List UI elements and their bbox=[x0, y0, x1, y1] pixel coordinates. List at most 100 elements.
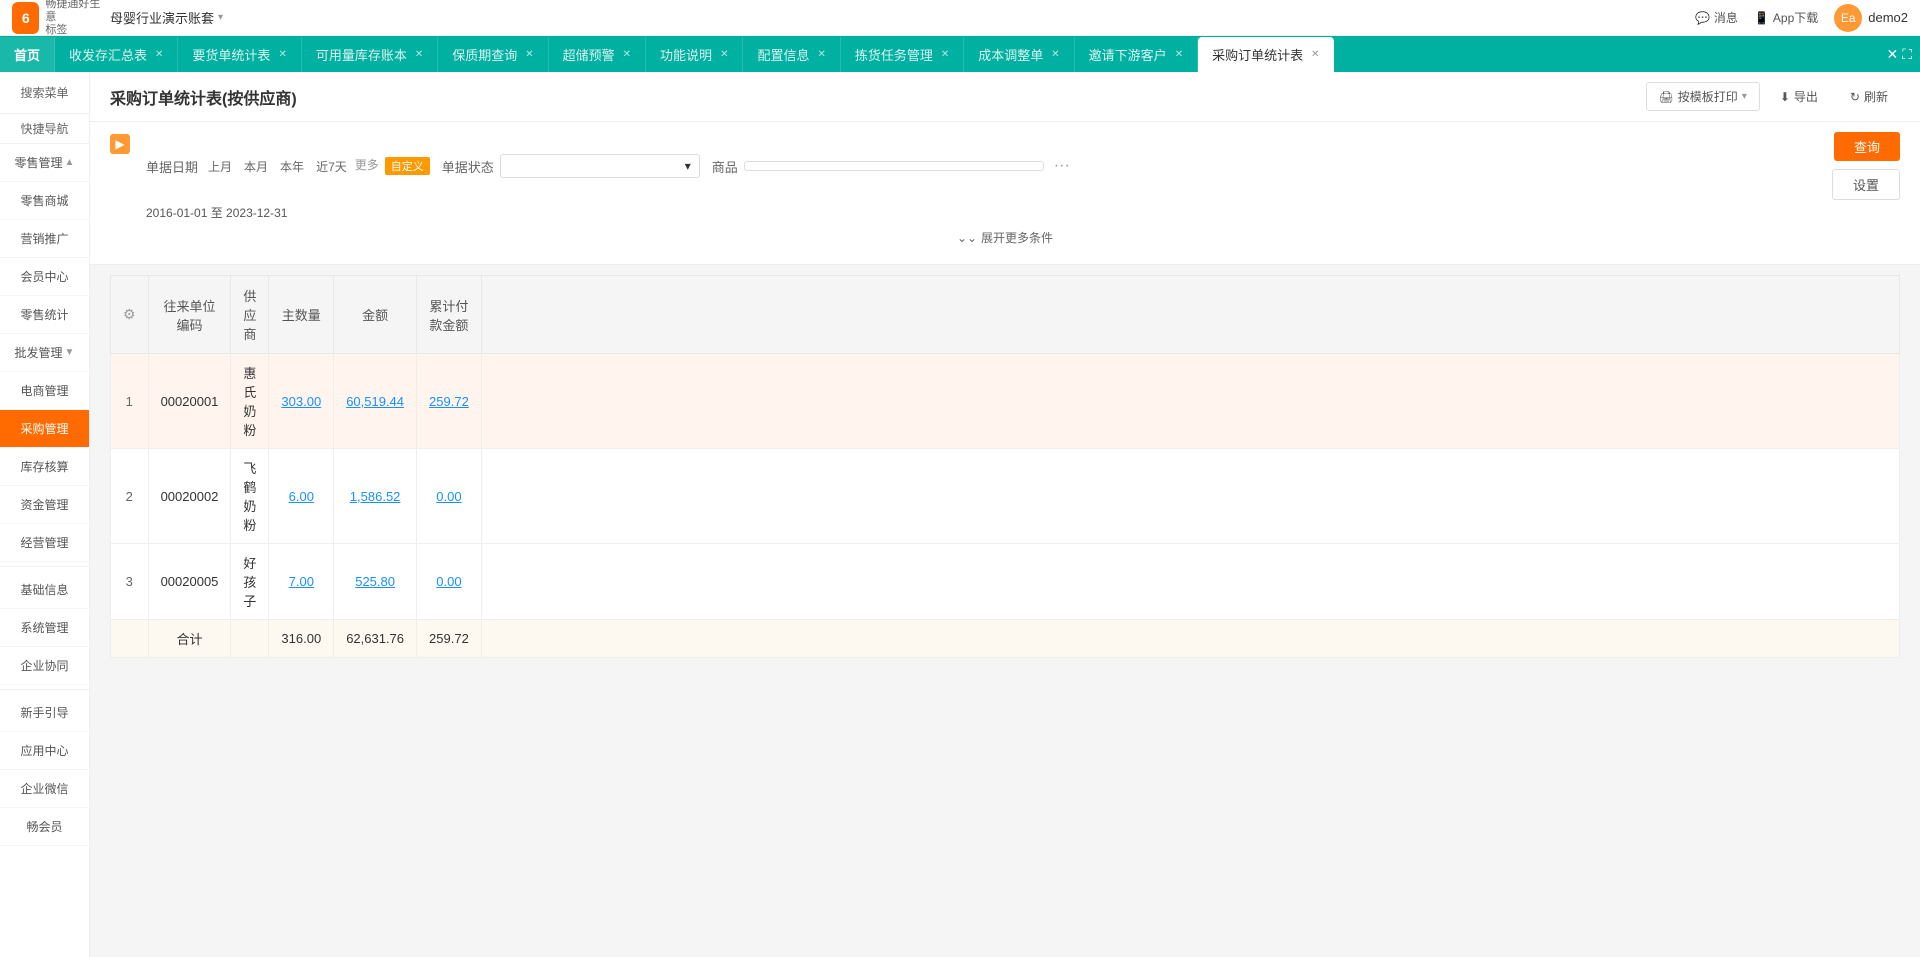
tab-gongneng-close[interactable]: ✕ bbox=[720, 49, 728, 60]
sidebar-item-ecommerce[interactable]: 电商管理 bbox=[0, 372, 89, 410]
tab-home[interactable]: 首页 bbox=[0, 37, 55, 72]
expand-label: 展开更多条件 bbox=[981, 229, 1053, 246]
tab-gongneng-label: 功能说明 bbox=[660, 45, 712, 64]
app-download-button[interactable]: 📱 App下载 bbox=[1754, 9, 1818, 26]
tab-chengben-close[interactable]: ✕ bbox=[1051, 49, 1059, 60]
message-button[interactable]: 💬 消息 bbox=[1695, 9, 1738, 26]
sidebar-item-retail-stats-label: 零售统计 bbox=[20, 306, 68, 323]
cell-amount[interactable]: 525.80 bbox=[334, 544, 417, 620]
gear-icon[interactable]: ⚙ bbox=[123, 306, 136, 322]
tab-jianhuo[interactable]: 拣货任务管理 ✕ bbox=[841, 37, 964, 72]
cell-supplier: 惠氏奶粉 bbox=[231, 354, 269, 449]
cell-paid[interactable]: 259.72 bbox=[417, 354, 482, 449]
tab-gongneng[interactable]: 功能说明 ✕ bbox=[646, 37, 743, 72]
sidebar-item-wechat[interactable]: 企业微信 bbox=[0, 770, 89, 808]
tab-baozhi[interactable]: 保质期查询 ✕ bbox=[438, 37, 548, 72]
tab-keyongliang-close[interactable]: ✕ bbox=[415, 49, 423, 60]
tab-yaoqing[interactable]: 邀请下游客户 ✕ bbox=[1075, 37, 1198, 72]
export-button[interactable]: ⬇ 导出 bbox=[1768, 83, 1830, 110]
tab-baozhi-close[interactable]: ✕ bbox=[525, 49, 533, 60]
sidebar-item-member2[interactable]: 畅会员 bbox=[0, 808, 89, 846]
cell-paid[interactable]: 0.00 bbox=[417, 449, 482, 544]
tab-peizhi-close[interactable]: ✕ bbox=[817, 49, 825, 60]
sidebar-item-wechat-label: 企业微信 bbox=[20, 780, 68, 797]
sidebar-item-ecommerce-label: 电商管理 bbox=[20, 382, 68, 399]
sidebar-item-finance[interactable]: 资金管理 bbox=[0, 486, 89, 524]
user-name: demo2 bbox=[1868, 10, 1908, 25]
quick-nav-button[interactable]: 快捷导航 bbox=[0, 114, 89, 144]
collapse-button[interactable]: ▶ bbox=[110, 132, 130, 154]
sidebar-item-retail-mall[interactable]: 零售商城 bbox=[0, 182, 89, 220]
sidebar-item-enterprise[interactable]: 企业协同 bbox=[0, 647, 89, 685]
cell-code: 00020001 bbox=[148, 354, 231, 449]
footer-empty1 bbox=[111, 620, 149, 658]
user-profile[interactable]: Ea demo2 bbox=[1834, 4, 1908, 32]
table-row[interactable]: 1 00020001 惠氏奶粉 303.00 60,519.44 259.72 bbox=[111, 354, 1900, 449]
sidebar-item-purchase[interactable]: 采购管理 bbox=[0, 410, 89, 448]
search-menu-button[interactable]: 搜索菜单 bbox=[6, 80, 83, 105]
refresh-button[interactable]: ↻ 刷新 bbox=[1838, 83, 1900, 110]
table-row[interactable]: 3 00020005 好孩子 7.00 525.80 0.00 bbox=[111, 544, 1900, 620]
cell-amount[interactable]: 1,586.52 bbox=[334, 449, 417, 544]
tab-yaohuo[interactable]: 要货单统计表 ✕ bbox=[178, 37, 301, 72]
query-button[interactable]: 查询 bbox=[1834, 132, 1900, 161]
expand-more-button[interactable]: ⌄⌄ 展开更多条件 bbox=[110, 221, 1900, 254]
sidebar-item-marketing[interactable]: 营销推广 bbox=[0, 220, 89, 258]
status-select-chevron: ▾ bbox=[685, 159, 691, 173]
tab-peizhi[interactable]: 配置信息 ✕ bbox=[743, 37, 840, 72]
workspace-selector[interactable]: 母婴行业演示账套 ▾ bbox=[102, 6, 231, 29]
sidebar-item-basic-info[interactable]: 基础信息 bbox=[0, 571, 89, 609]
refresh-icon: ↻ bbox=[1850, 90, 1860, 104]
table-row[interactable]: 2 00020002 飞鹤奶粉 6.00 1,586.52 0.00 bbox=[111, 449, 1900, 544]
sidebar-item-retail-mgmt[interactable]: 零售管理 ▲ bbox=[0, 144, 89, 182]
tab-shoufacun-close[interactable]: ✕ bbox=[155, 49, 163, 60]
shortcut-this-year[interactable]: 本年 bbox=[276, 156, 308, 177]
cell-amount[interactable]: 60,519.44 bbox=[334, 354, 417, 449]
print-button[interactable]: 🖨 按模板打印 ▾ bbox=[1646, 82, 1760, 111]
tab-yaohuo-close[interactable]: ✕ bbox=[278, 49, 286, 60]
sidebar-item-inventory-label: 库存核算 bbox=[20, 458, 68, 475]
tab-close-button[interactable]: ✕ bbox=[1886, 46, 1898, 63]
tab-caigou-close[interactable]: ✕ bbox=[1311, 49, 1319, 60]
shortcut-7days[interactable]: 近7天 bbox=[312, 156, 351, 177]
main-layout: 搜索菜单 快捷导航 零售管理 ▲ 零售商城 营销推广 会员中心 零售统计 批发管… bbox=[0, 72, 1920, 957]
sidebar-item-retail-stats[interactable]: 零售统计 bbox=[0, 296, 89, 334]
cell-qty[interactable]: 303.00 bbox=[269, 354, 334, 449]
cell-paid[interactable]: 0.00 bbox=[417, 544, 482, 620]
sidebar-item-member[interactable]: 会员中心 bbox=[0, 258, 89, 296]
print-icon: 🖨 bbox=[1659, 90, 1674, 104]
sidebar-item-retail-mall-label: 零售商城 bbox=[20, 192, 68, 209]
sidebar-item-newbie[interactable]: 新手引导 bbox=[0, 694, 89, 732]
tab-keyongliang[interactable]: 可用量库存账本 ✕ bbox=[302, 37, 438, 72]
cell-qty[interactable]: 7.00 bbox=[269, 544, 334, 620]
sidebar-item-operations-label: 经营管理 bbox=[20, 534, 68, 551]
sidebar-item-wholesale[interactable]: 批发管理 ▼ bbox=[0, 334, 89, 372]
cell-qty[interactable]: 6.00 bbox=[269, 449, 334, 544]
tab-chaochu-close[interactable]: ✕ bbox=[623, 49, 631, 60]
tab-jianhuo-close[interactable]: ✕ bbox=[941, 49, 949, 60]
shortcut-this-month[interactable]: 本月 bbox=[240, 156, 272, 177]
tab-shoufacun[interactable]: 收发存汇总表 ✕ bbox=[55, 37, 178, 72]
filter-row1: 单据日期 上月 本月 本年 近7天 更多 自定义 单据状态 bbox=[146, 132, 1900, 200]
settings-button[interactable]: 设置 bbox=[1832, 169, 1900, 200]
shortcut-more[interactable]: 更多 bbox=[355, 156, 379, 177]
custom-badge[interactable]: 自定义 bbox=[385, 157, 430, 175]
status-select[interactable]: ▾ bbox=[500, 154, 700, 178]
goods-select[interactable] bbox=[744, 161, 1044, 171]
filter-group-date: 单据日期 上月 本月 本年 近7天 更多 自定义 bbox=[146, 156, 430, 177]
tab-chengben[interactable]: 成本调整单 ✕ bbox=[964, 37, 1074, 72]
goods-more-dots[interactable]: ··· bbox=[1054, 157, 1070, 175]
tab-maximize-button[interactable]: ⛶ bbox=[1902, 46, 1912, 63]
tab-chaochu[interactable]: 超储预警 ✕ bbox=[549, 37, 646, 72]
sidebar-item-system[interactable]: 系统管理 bbox=[0, 609, 89, 647]
filter-group-status: 单据状态 ▾ bbox=[442, 154, 700, 178]
sidebar-item-inventory[interactable]: 库存核算 bbox=[0, 448, 89, 486]
sidebar-item-app-center[interactable]: 应用中心 bbox=[0, 732, 89, 770]
tab-yaoqing-close[interactable]: ✕ bbox=[1175, 49, 1183, 60]
tab-chengben-label: 成本调整单 bbox=[978, 45, 1043, 64]
tab-caigou-active[interactable]: 采购订单统计表 ✕ bbox=[1198, 37, 1334, 72]
sidebar-item-finance-label: 资金管理 bbox=[20, 496, 68, 513]
shortcut-last-month[interactable]: 上月 bbox=[204, 156, 236, 177]
expand-icon: ⌄⌄ bbox=[957, 231, 977, 245]
sidebar-item-operations[interactable]: 经营管理 bbox=[0, 524, 89, 562]
